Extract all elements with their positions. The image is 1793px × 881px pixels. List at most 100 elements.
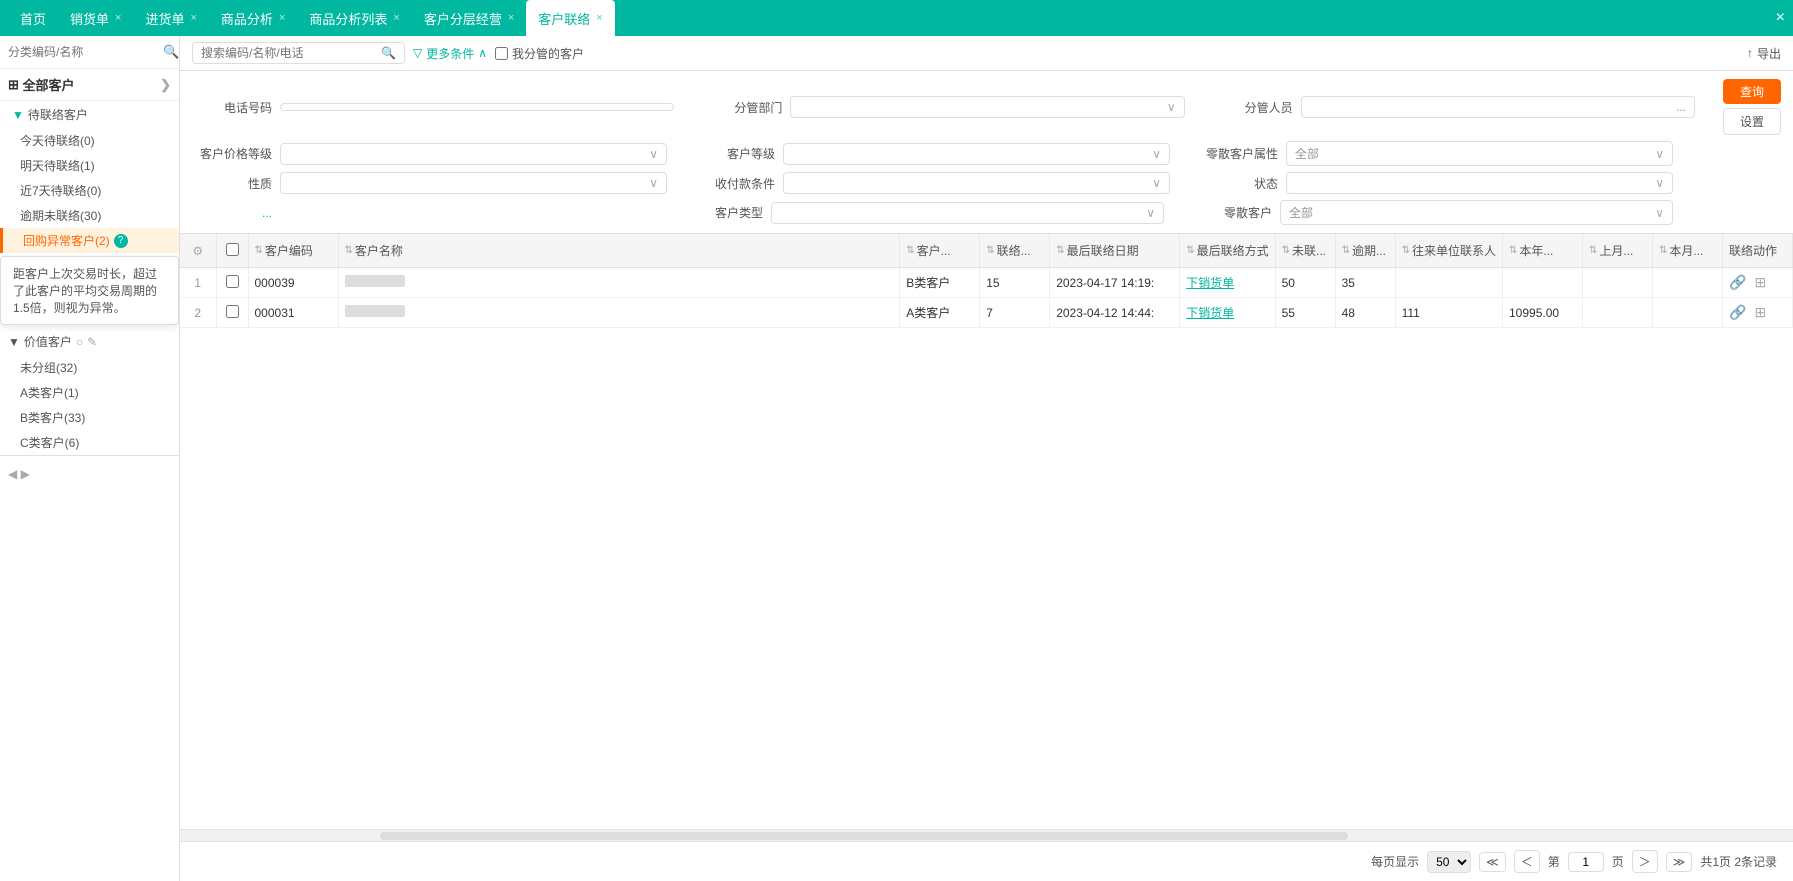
row2-year: 10995.00 — [1503, 298, 1583, 328]
table-row: 2 000031 A类客户 7 2023-04-12 14:44: — [180, 298, 1793, 328]
sort-name-icon[interactable]: ⇅ — [345, 245, 353, 256]
export-button[interactable]: ↑ 导出 — [1747, 45, 1781, 62]
tab-sales-order-close[interactable]: × — [115, 12, 121, 24]
row2-num: 2 — [180, 298, 216, 328]
advanced-filter: 电话号码 分管部门 ∨ 分管人员 ... 查询 设置 — [180, 71, 1793, 234]
sort-lm-icon[interactable]: ⇅ — [1589, 245, 1597, 256]
edit-icon2[interactable]: ✎ — [87, 335, 97, 349]
sidebar-collapse-icon[interactable]: ❯ — [160, 77, 171, 93]
my-customers-checkbox[interactable] — [495, 47, 508, 60]
customer-type-select[interactable]: ∨ — [771, 202, 1164, 224]
sort-method-icon[interactable]: ⇅ — [1186, 245, 1194, 256]
row2-select-checkbox[interactable] — [226, 305, 239, 318]
select-all-checkbox[interactable] — [226, 243, 239, 256]
chevron-up-icon: ∧ — [478, 46, 487, 60]
sort-cp-icon[interactable]: ⇅ — [1402, 245, 1410, 256]
arrow-down-value-icon: ▼ — [8, 335, 20, 349]
tab-product-analysis[interactable]: 商品分析 × — [209, 0, 297, 36]
prev-page-button[interactable]: ＜ — [1514, 850, 1540, 873]
window-close-button[interactable]: × — [1776, 9, 1785, 27]
sidebar-item-class-a[interactable]: A类客户(1) — [0, 380, 179, 405]
tab-product-analysis-list[interactable]: 商品分析列表 × — [297, 0, 411, 36]
retail-customer-arrow-icon: ∨ — [1655, 206, 1664, 220]
customers-table: ⚙ ⇅ 客户编码 ⇅ — [180, 234, 1793, 328]
row1-link-icon[interactable]: 🔗 — [1729, 274, 1746, 291]
row1-method-link[interactable]: 下销货单 — [1186, 276, 1234, 290]
tab-product-analysis-close[interactable]: × — [279, 12, 285, 24]
sort-year-icon[interactable]: ⇅ — [1509, 245, 1517, 256]
col-header-year: ⇅ 本年... — [1503, 234, 1583, 268]
price-level-select[interactable]: ∨ — [280, 143, 667, 165]
sidebar-item-repurchase-abnormal[interactable]: 回购异常客户(2) ? — [0, 228, 179, 253]
sort-code-icon[interactable]: ⇅ — [255, 245, 263, 256]
settings-gear-icon[interactable]: ⚙ — [192, 244, 203, 258]
col-header-date: ⇅ 最后联络日期 — [1050, 234, 1180, 268]
tab-customer-tier[interactable]: 客户分层经营 × — [412, 0, 526, 36]
tab-customer-contact-close[interactable]: × — [596, 12, 602, 24]
tab-sales-order[interactable]: 销货单 × — [58, 0, 133, 36]
sidebar-search-input[interactable] — [8, 45, 163, 59]
sort-unreached-icon[interactable]: ⇅ — [1282, 245, 1290, 256]
first-page-button[interactable]: ≪ — [1479, 852, 1506, 872]
horizontal-scrollbar[interactable] — [180, 829, 1793, 841]
sidebar-right-arrow[interactable]: ▶ — [21, 467, 30, 481]
sidebar-pending-group[interactable]: ▼ 待联络客户 — [0, 101, 179, 128]
retail-attr-select[interactable]: 全部 ∨ — [1286, 141, 1673, 166]
tab-customer-tier-close[interactable]: × — [508, 12, 514, 24]
sidebar-all-customers[interactable]: ⊞ 全部客户 ❯ — [0, 69, 179, 101]
row1-select-checkbox[interactable] — [226, 275, 239, 288]
retail-customer-select[interactable]: 全部 ∨ — [1280, 200, 1673, 225]
sidebar-item-today-pending[interactable]: 今天待联络(0) — [0, 128, 179, 153]
col-header-code: ⇅ 客户编码 — [248, 234, 338, 268]
next-page-button[interactable]: ＞ — [1632, 850, 1658, 873]
sidebar-item-unclassified[interactable]: 未分组(32) — [0, 355, 179, 380]
page-number-input[interactable] — [1568, 852, 1604, 872]
col-header-unreached: ⇅ 未联... — [1275, 234, 1335, 268]
per-page-select[interactable]: 50 — [1427, 851, 1471, 873]
customer-level-select[interactable]: ∨ — [783, 143, 1170, 165]
manager-label: 分管人员 — [1213, 99, 1293, 116]
more-conditions-button[interactable]: ▽ 更多条件 ∧ — [413, 45, 487, 62]
settings-button[interactable]: 设置 — [1723, 108, 1781, 135]
tab-purchase-order-close[interactable]: × — [190, 12, 196, 24]
row2-link-icon[interactable]: 🔗 — [1729, 304, 1746, 321]
row2-name — [338, 298, 900, 328]
sort-date-icon[interactable]: ⇅ — [1056, 245, 1064, 256]
sort-overdue-icon[interactable]: ⇅ — [1342, 245, 1350, 256]
sort-contact-icon[interactable]: ⇅ — [986, 245, 994, 256]
sidebar-item-overdue-pending[interactable]: 逾期未联络(30) — [0, 203, 179, 228]
sidebar-item-class-b[interactable]: B类客户(33) — [0, 405, 179, 430]
price-level-label: 客户价格等级 — [192, 145, 272, 162]
sidebar-item-tomorrow-pending[interactable]: 明天待联络(1) — [0, 153, 179, 178]
tab-product-analysis-list-close[interactable]: × — [393, 12, 399, 24]
sidebar-item-class-c[interactable]: C类客户(6) — [0, 430, 179, 455]
sidebar-item-7days-pending[interactable]: 近7天待联络(0) — [0, 178, 179, 203]
sidebar-search-box: 🔍 — [0, 36, 179, 69]
arrow-down-icon: ▼ — [12, 108, 24, 122]
action-buttons: 查询 设置 — [1723, 79, 1781, 135]
nature-select[interactable]: ∨ — [280, 172, 667, 194]
search-input[interactable] — [201, 46, 381, 60]
row1-overdue: 35 — [1335, 268, 1395, 298]
dept-select[interactable]: ∨ — [790, 96, 1184, 118]
edit-icon[interactable]: ○ — [76, 335, 83, 349]
status-select[interactable]: ∨ — [1286, 172, 1673, 194]
sidebar-left-arrow[interactable]: ◀ — [8, 467, 17, 481]
manager-select[interactable]: ... — [1301, 96, 1695, 118]
my-customers-checkbox-area: 我分管的客户 — [495, 45, 584, 62]
row1-action: 🔗 ⊞ — [1723, 268, 1793, 298]
query-button[interactable]: 查询 — [1723, 79, 1781, 104]
tab-customer-contact[interactable]: 客户联络 × — [526, 0, 614, 36]
tab-purchase-order[interactable]: 进货单 × — [133, 0, 208, 36]
sort-tm-icon[interactable]: ⇅ — [1659, 245, 1667, 256]
phone-input[interactable] — [280, 103, 674, 111]
row2-grid-icon[interactable]: ⊞ — [1754, 304, 1766, 321]
row1-grid-icon[interactable]: ⊞ — [1754, 274, 1766, 291]
main-layout: 🔍 ⊞ 全部客户 ❯ ▼ 待联络客户 今天待联络(0) 明天待联络(1) 近7天… — [0, 36, 1793, 881]
sort-type-icon[interactable]: ⇅ — [906, 245, 914, 256]
last-page-button[interactable]: ≫ — [1666, 852, 1693, 872]
payment-select[interactable]: ∨ — [783, 172, 1170, 194]
sidebar-value-customer-group[interactable]: ▼ 价值客户 ○ ✎ — [0, 328, 179, 355]
row2-method-link[interactable]: 下销货单 — [1186, 306, 1234, 320]
tab-home[interactable]: 首页 — [8, 0, 58, 36]
